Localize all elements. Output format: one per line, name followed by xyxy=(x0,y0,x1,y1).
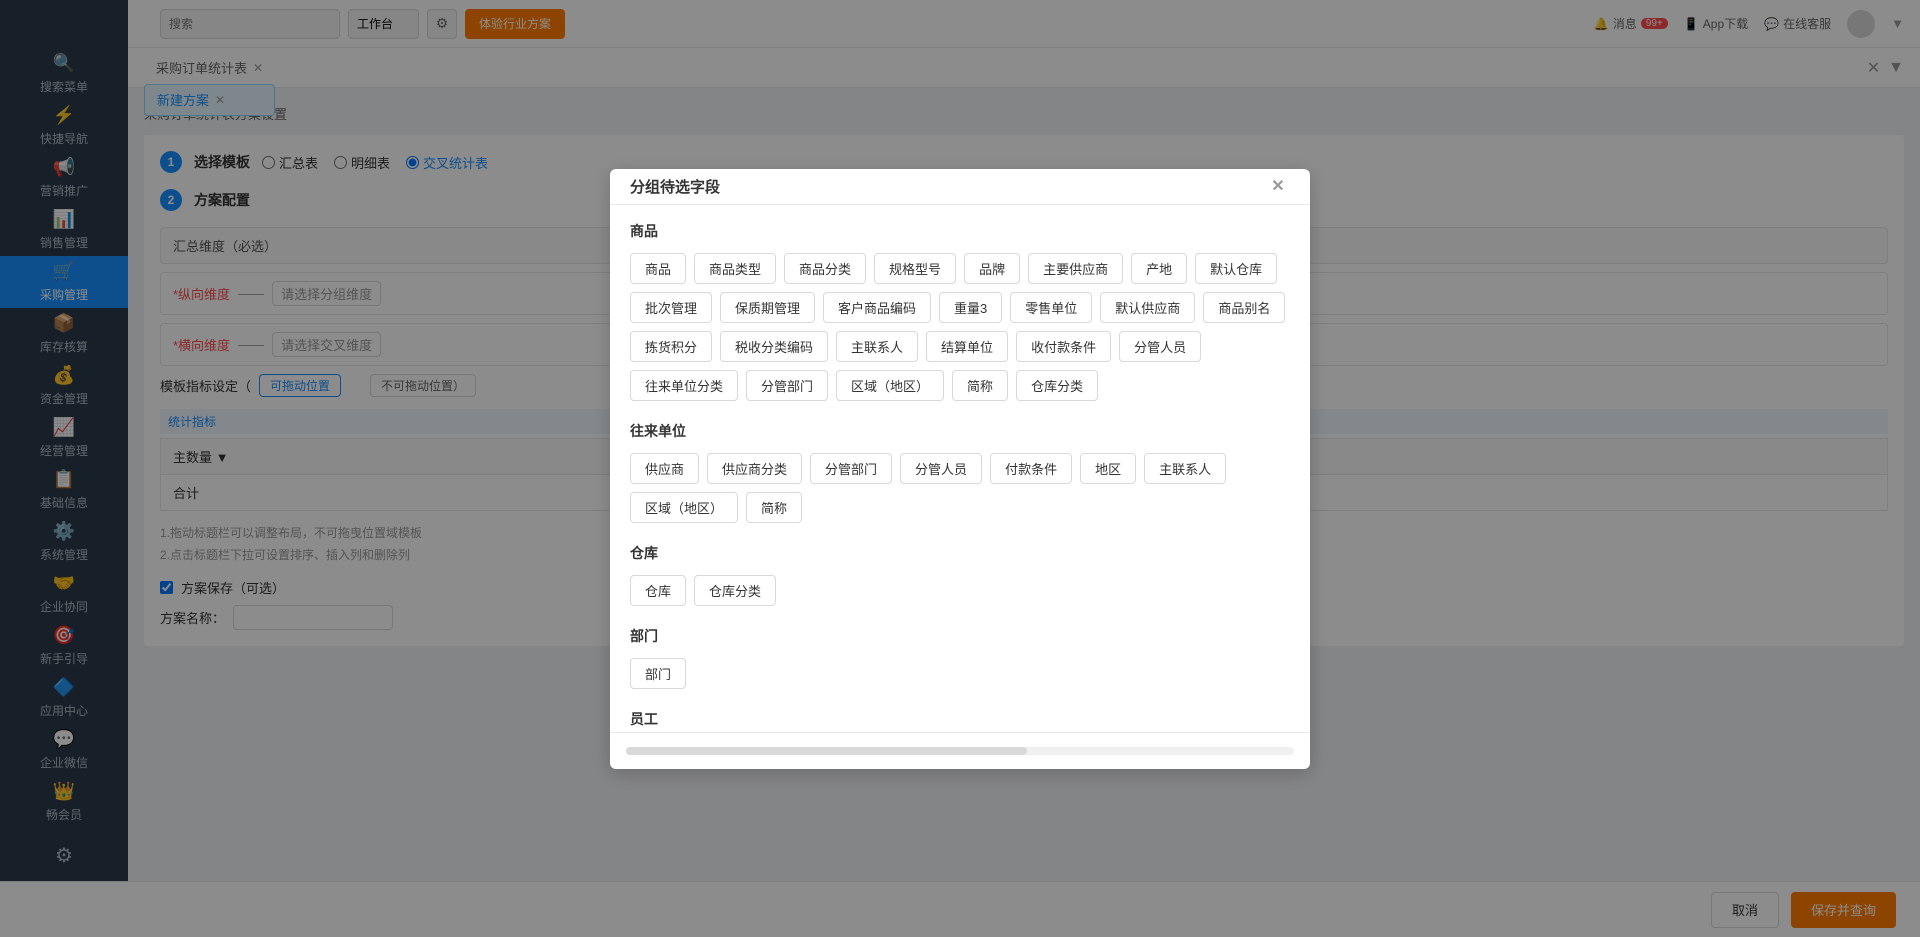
horizontal-scrollbar[interactable] xyxy=(626,747,1294,755)
field-section-title-4: 员工 xyxy=(630,709,1290,729)
field-tag-0-20[interactable]: 分管人员 xyxy=(1119,331,1201,362)
field-tag-0-3[interactable]: 规格型号 xyxy=(874,253,956,284)
modal-overlay[interactable]: 分组待选字段 ✕ 商品商品商品类型商品分类规格型号品牌主要供应商产地默认仓库批次… xyxy=(0,0,1920,937)
field-tag-0-6[interactable]: 产地 xyxy=(1131,253,1187,284)
field-tag-0-2[interactable]: 商品分类 xyxy=(784,253,866,284)
field-section-2: 仓库仓库仓库分类 xyxy=(630,543,1290,606)
field-tag-3-0[interactable]: 部门 xyxy=(630,658,686,689)
modal-dialog: 分组待选字段 ✕ 商品商品商品类型商品分类规格型号品牌主要供应商产地默认仓库批次… xyxy=(610,169,1310,769)
field-tag-0-21[interactable]: 往来单位分类 xyxy=(630,370,738,401)
field-section-0: 商品商品商品类型商品分类规格型号品牌主要供应商产地默认仓库批次管理保质期管理客户… xyxy=(630,221,1290,401)
field-tag-0-16[interactable]: 税收分类编码 xyxy=(720,331,828,362)
field-tag-1-4[interactable]: 付款条件 xyxy=(990,453,1072,484)
field-tag-0-12[interactable]: 零售单位 xyxy=(1010,292,1092,323)
modal-title: 分组待选字段 xyxy=(630,176,720,197)
field-tag-0-18[interactable]: 结算单位 xyxy=(926,331,1008,362)
field-tags-1: 供应商供应商分类分管部门分管人员付款条件地区主联系人区域（地区） 简称 xyxy=(630,453,1290,523)
field-tag-1-1[interactable]: 供应商分类 xyxy=(707,453,802,484)
field-tag-1-3[interactable]: 分管人员 xyxy=(900,453,982,484)
field-tag-0-17[interactable]: 主联系人 xyxy=(836,331,918,362)
modal-header: 分组待选字段 ✕ xyxy=(610,169,1310,206)
field-tag-1-8[interactable]: 简称 xyxy=(746,492,802,523)
field-tag-0-15[interactable]: 拣货积分 xyxy=(630,331,712,362)
field-tag-2-0[interactable]: 仓库 xyxy=(630,575,686,606)
field-tag-0-11[interactable]: 重量3 xyxy=(939,292,1002,323)
field-tag-0-4[interactable]: 品牌 xyxy=(964,253,1020,284)
field-tag-0-13[interactable]: 默认供应商 xyxy=(1100,292,1195,323)
field-section-1: 往来单位供应商供应商分类分管部门分管人员付款条件地区主联系人区域（地区） 简称 xyxy=(630,421,1290,523)
field-tag-0-7[interactable]: 默认仓库 xyxy=(1195,253,1277,284)
field-tag-0-1[interactable]: 商品类型 xyxy=(694,253,776,284)
field-tag-1-6[interactable]: 主联系人 xyxy=(1144,453,1226,484)
field-tag-1-7[interactable]: 区域（地区） xyxy=(630,492,738,523)
field-section-title-2: 仓库 xyxy=(630,543,1290,563)
field-tags-2: 仓库仓库分类 xyxy=(630,575,1290,606)
field-tag-1-2[interactable]: 分管部门 xyxy=(810,453,892,484)
field-section-title-1: 往来单位 xyxy=(630,421,1290,441)
field-tag-0-5[interactable]: 主要供应商 xyxy=(1028,253,1123,284)
field-tag-0-9[interactable]: 保质期管理 xyxy=(720,292,815,323)
modal-close-button[interactable]: ✕ xyxy=(1266,174,1290,198)
field-tag-2-1[interactable]: 仓库分类 xyxy=(694,575,776,606)
field-tag-0-8[interactable]: 批次管理 xyxy=(630,292,712,323)
field-tags-0: 商品商品类型商品分类规格型号品牌主要供应商产地默认仓库批次管理保质期管理客户商品… xyxy=(630,253,1290,401)
field-tag-0-23[interactable]: 区域（地区） xyxy=(836,370,944,401)
field-section-4: 员工业务员 xyxy=(630,709,1290,732)
modal-footer xyxy=(610,732,1310,769)
field-section-title-3: 部门 xyxy=(630,626,1290,646)
field-section-3: 部门部门 xyxy=(630,626,1290,689)
field-section-title-0: 商品 xyxy=(630,221,1290,241)
field-tag-0-24[interactable]: 简称 xyxy=(952,370,1008,401)
modal-body: 商品商品商品类型商品分类规格型号品牌主要供应商产地默认仓库批次管理保质期管理客户… xyxy=(610,205,1310,732)
field-tag-0-10[interactable]: 客户商品编码 xyxy=(823,292,931,323)
field-tag-0-22[interactable]: 分管部门 xyxy=(746,370,828,401)
field-tags-3: 部门 xyxy=(630,658,1290,689)
field-tag-0-25[interactable]: 仓库分类 xyxy=(1016,370,1098,401)
field-tag-0-0[interactable]: 商品 xyxy=(630,253,686,284)
field-tag-0-19[interactable]: 收付款条件 xyxy=(1016,331,1111,362)
field-tag-1-5[interactable]: 地区 xyxy=(1080,453,1136,484)
field-tag-0-14[interactable]: 商品别名 xyxy=(1203,292,1285,323)
field-tag-1-0[interactable]: 供应商 xyxy=(630,453,699,484)
